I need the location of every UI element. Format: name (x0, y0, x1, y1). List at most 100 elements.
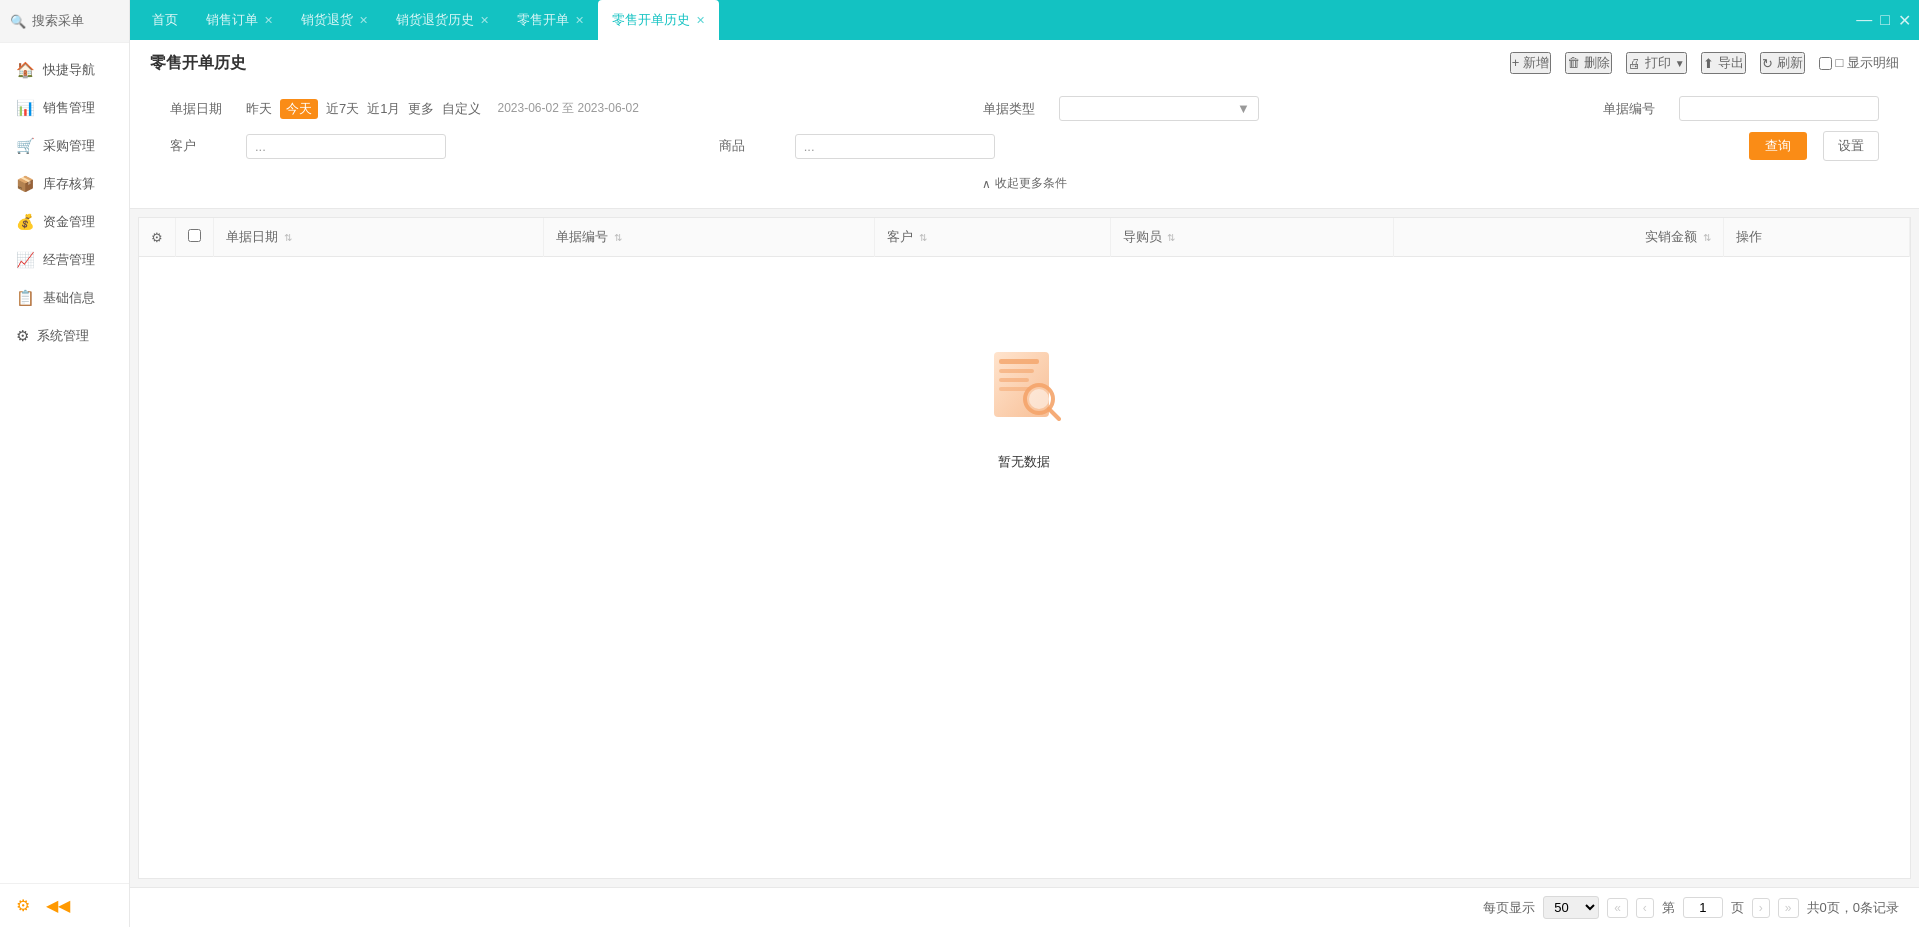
first-page-btn[interactable]: « (1607, 898, 1628, 918)
filter-row-2: 客户 ... 商品 ... 查询 设置 (170, 131, 1879, 161)
sidebar-icon-sales-mgmt: 📊 (16, 99, 35, 117)
date-shortcuts: 昨天今天近7天近1月更多自定义 (246, 99, 481, 119)
tab-close-sales-return-history[interactable]: ✕ (480, 14, 489, 27)
tab-retail-open[interactable]: 零售开单✕ (503, 0, 598, 40)
sidebar-icon-sys-mgmt: ⚙ (16, 327, 29, 345)
settings-button[interactable]: 设置 (1823, 131, 1879, 161)
page-header: 零售开单历史 + 新增 🗑 删除 🖨 🖨 打印 打印 ▼ ⬆ 导出 (130, 40, 1919, 209)
tab-sales-order[interactable]: 销售订单 ✕ (192, 0, 287, 40)
date-shortcut-last1month[interactable]: 近1月 (367, 100, 400, 118)
pagination: 每页显示 50 20 100 « ‹ 第 页 › » 共0页，0条记录 (130, 887, 1919, 927)
settings-footer-icon[interactable]: ⚙ (16, 896, 30, 915)
column-settings-icon[interactable]: ⚙ (151, 230, 163, 245)
table-head: ⚙ 单据日期 ⇅ 单据编号 ⇅ (139, 218, 1910, 257)
tab-label-sales-return-history: 销货退货历史 (396, 11, 474, 29)
th-settings[interactable]: ⚙ (139, 218, 176, 257)
sidebar-label-sales-mgmt: 销售管理 (43, 99, 95, 117)
tab-close-sales-return[interactable]: ✕ (359, 14, 368, 27)
product-placeholder: ... (804, 139, 815, 154)
tab-label-sales-order: 销售订单 (206, 11, 258, 29)
th-date-sort-icon: ⇅ (284, 232, 292, 243)
sidebar-footer: ⚙ ◀◀ (0, 883, 129, 927)
content-area: 零售开单历史 + 新增 🗑 删除 🖨 🖨 打印 打印 ▼ ⬆ 导出 (130, 40, 1919, 927)
sidebar-icon-base-info: 📋 (16, 289, 35, 307)
sidebar-item-sys-mgmt[interactable]: ⚙系统管理 (0, 317, 129, 355)
customer-label: 客户 (170, 137, 230, 155)
doc-type-select[interactable]: ▼ (1059, 96, 1259, 121)
print-dropdown-icon: ▼ (1675, 58, 1685, 69)
collapse-sidebar-icon[interactable]: ◀◀ (46, 896, 70, 915)
export-button[interactable]: ⬆ 导出 (1701, 52, 1746, 74)
sidebar-item-quick-nav[interactable]: 🏠快捷导航 (0, 51, 129, 89)
sidebar-label-purchase-mgmt: 采购管理 (43, 137, 95, 155)
print-icon: 🖨 (1628, 56, 1641, 71)
last-page-btn[interactable]: » (1778, 898, 1799, 918)
show-detail-checkbox[interactable] (1819, 57, 1832, 70)
page-size-label: 每页显示 (1483, 899, 1535, 917)
sidebar-label-operations: 经营管理 (43, 251, 95, 269)
tab-close-retail-open[interactable]: ✕ (575, 14, 584, 27)
sidebar-label-finance: 资金管理 (43, 213, 95, 231)
customer-select[interactable]: ... (246, 134, 446, 159)
th-date[interactable]: 单据日期 ⇅ (214, 218, 544, 257)
doc-no-label: 单据编号 (1603, 100, 1663, 118)
next-page-btn[interactable]: › (1752, 898, 1770, 918)
svg-rect-3 (999, 378, 1029, 382)
svg-point-6 (1029, 389, 1049, 409)
date-shortcut-more[interactable]: 更多 (408, 100, 434, 118)
select-all-checkbox[interactable] (188, 229, 201, 242)
tabs-bar: 首页销售订单✕销货退货✕销货退货历史✕零售开单✕零售开单历史✕ — □ ✕ (130, 0, 1919, 40)
svg-line-7 (1049, 409, 1059, 419)
refresh-button[interactable]: ↻ 刷新 (1760, 52, 1805, 74)
print-button[interactable]: 🖨 🖨 打印 打印 ▼ (1626, 52, 1687, 74)
page-size-select[interactable]: 50 20 100 (1543, 896, 1599, 919)
date-range-display: 2023-06-02 至 2023-06-02 (497, 100, 638, 117)
doc-no-input[interactable] (1679, 96, 1879, 121)
sidebar-search[interactable]: 🔍 搜索采单 (0, 0, 129, 43)
minimize-btn[interactable]: — (1856, 11, 1872, 29)
sidebar-item-inventory[interactable]: 📦库存核算 (0, 165, 129, 203)
search-icon: 🔍 (10, 14, 26, 29)
tab-sales-return[interactable]: 销货退货✕ (287, 0, 382, 40)
th-amount-label: 实销金额 (1645, 229, 1697, 244)
product-select[interactable]: ... (795, 134, 995, 159)
delete-button[interactable]: 🗑 删除 (1565, 52, 1612, 74)
th-guide[interactable]: 导购员 ⇅ (1110, 218, 1393, 257)
sidebar-item-purchase-mgmt[interactable]: 🛒采购管理 (0, 127, 129, 165)
th-checkbox[interactable] (176, 218, 214, 257)
collapse-label: 收起更多条件 (995, 175, 1067, 192)
sidebar-item-sales-mgmt[interactable]: 📊 销售管理 (0, 89, 129, 127)
empty-row: 暂无数据 (139, 257, 1910, 552)
tab-sales-return-history[interactable]: 销货退货历史 ✕ (382, 0, 503, 40)
close-btn[interactable]: ✕ (1898, 11, 1911, 30)
maximize-btn[interactable]: □ (1880, 11, 1890, 29)
page-suffix: 页 (1731, 899, 1744, 917)
prev-page-btn[interactable]: ‹ (1636, 898, 1654, 918)
sidebar-item-finance[interactable]: 💰资金管理 (0, 203, 129, 241)
tab-retail-open-history[interactable]: 零售开单历史✕ (598, 0, 719, 40)
collapse-filter-row[interactable]: ∧ 收起更多条件 (170, 171, 1879, 196)
sidebar-nav: 🏠快捷导航 📊 销售管理 🛒采购管理📦库存核算💰资金管理📈经营管理📋基础信息⚙系统管理 (0, 43, 129, 883)
tab-close-retail-open-history[interactable]: ✕ (696, 14, 705, 27)
th-customer[interactable]: 客户 ⇅ (874, 218, 1110, 257)
sidebar-item-base-info[interactable]: 📋基础信息 (0, 279, 129, 317)
th-no[interactable]: 单据编号 ⇅ (544, 218, 874, 257)
page-number-input[interactable] (1683, 897, 1723, 918)
sidebar-item-operations[interactable]: 📈经营管理 (0, 241, 129, 279)
date-shortcut-yesterday[interactable]: 昨天 (246, 100, 272, 118)
svg-rect-1 (999, 359, 1039, 364)
show-detail-toggle[interactable]: □ 显示明细 (1819, 54, 1899, 72)
window-controls: — □ ✕ (1856, 11, 1911, 30)
query-button[interactable]: 查询 (1749, 132, 1807, 160)
filter-row-1: 单据日期 昨天今天近7天近1月更多自定义 2023-06-02 至 2023-0… (170, 96, 1879, 121)
tab-home[interactable]: 首页 (138, 0, 192, 40)
date-shortcut-custom[interactable]: 自定义 (442, 100, 481, 118)
empty-text: 暂无数据 (998, 453, 1050, 471)
add-button[interactable]: + 新增 (1510, 52, 1551, 74)
date-shortcut-today[interactable]: 今天 (280, 99, 318, 119)
tab-close-sales-order[interactable]: ✕ (264, 14, 273, 27)
th-amount[interactable]: 实销金额 ⇅ (1393, 218, 1723, 257)
sidebar-label-inventory: 库存核算 (43, 175, 95, 193)
th-action-label: 操作 (1736, 229, 1762, 244)
date-shortcut-last7days[interactable]: 近7天 (326, 100, 359, 118)
